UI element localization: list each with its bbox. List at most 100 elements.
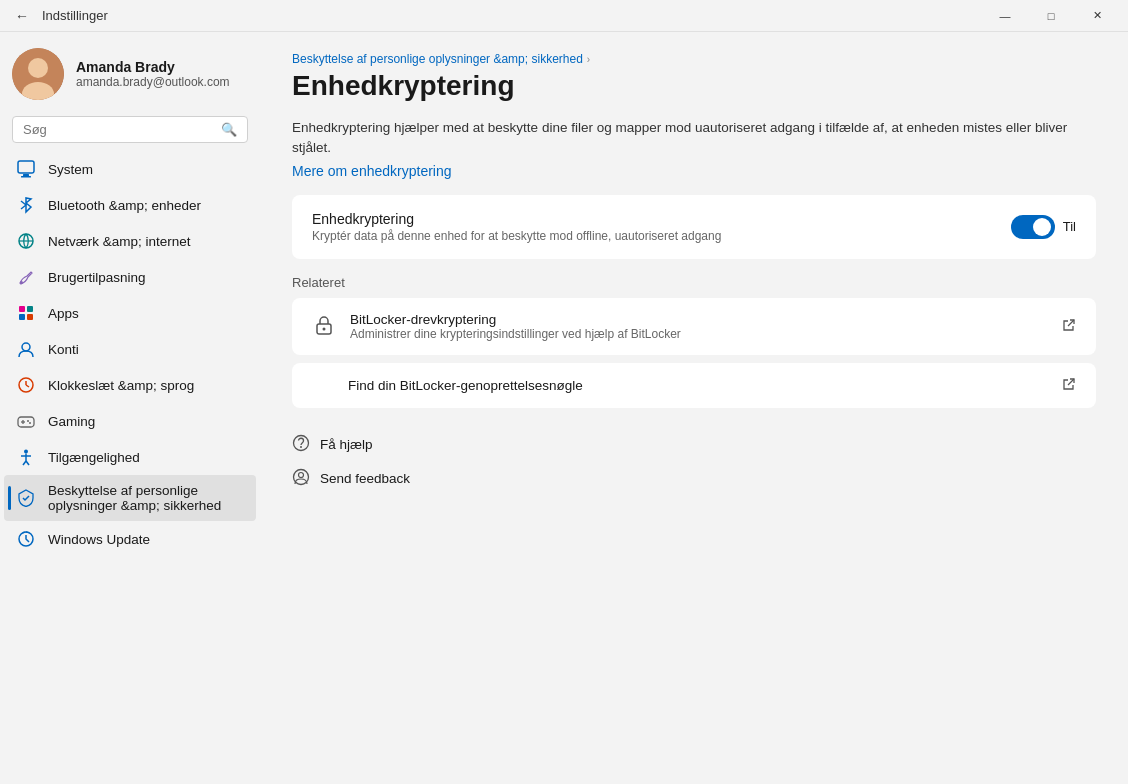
get-help-label: Få hjælp xyxy=(320,437,373,452)
svg-point-31 xyxy=(300,446,302,448)
sidebar-item-label-windows-update: Windows Update xyxy=(48,532,244,547)
breadcrumb-separator: › xyxy=(587,54,590,65)
bitlocker-title: BitLocker-drevkryptering xyxy=(350,312,1048,327)
help-section: Få hjælp Send feedback xyxy=(292,428,1096,496)
encryption-card: Enhedkryptering Kryptér data på denne en… xyxy=(292,195,1096,259)
related-section-title: Relateret xyxy=(292,275,1096,290)
external-link-icon xyxy=(1062,318,1076,335)
back-icon: ← xyxy=(15,8,29,24)
sidebar-item-label-bluetooth: Bluetooth &amp; enheder xyxy=(48,198,244,213)
main-layout: Amanda Brady amanda.brady@outlook.com 🔍 xyxy=(0,32,1128,784)
bitlocker-desc: Administrer dine krypteringsindstillinge… xyxy=(350,327,1048,341)
user-email: amanda.brady@outlook.com xyxy=(76,75,230,89)
accessibility-icon xyxy=(16,447,36,467)
close-button[interactable]: ✕ xyxy=(1074,0,1120,32)
avatar xyxy=(12,48,64,100)
user-name: Amanda Brady xyxy=(76,59,230,75)
svg-line-26 xyxy=(26,461,29,465)
nav-list: System Bluetooth &amp; enheder xyxy=(0,151,260,557)
sidebar-item-time[interactable]: Klokkeslæt &amp; sprog xyxy=(4,367,256,403)
svg-point-20 xyxy=(27,420,29,422)
page-title: Enhedkryptering xyxy=(292,70,1096,102)
sidebar-item-network[interactable]: Netværk &amp; internet xyxy=(4,223,256,259)
titlebar-title: Indstillinger xyxy=(42,8,982,23)
bitlocker-card[interactable]: BitLocker-drevkryptering Administrer din… xyxy=(292,298,1096,355)
encryption-card-desc: Kryptér data på denne enhed for at besky… xyxy=(312,229,1011,243)
search-box: 🔍 xyxy=(12,116,248,143)
feedback-icon xyxy=(292,468,310,490)
sidebar-item-windows-update[interactable]: Windows Update xyxy=(4,521,256,557)
bitlocker-icon xyxy=(312,314,336,338)
maximize-button[interactable]: □ xyxy=(1028,0,1074,32)
content-area: Beskyttelse af personlige oplysninger &a… xyxy=(260,32,1128,784)
sidebar-item-privacy[interactable]: Beskyttelse af personlige oplysninger &a… xyxy=(4,475,256,521)
recovery-key-card[interactable]: Find din BitLocker-genoprettelsesnøgle xyxy=(292,363,1096,408)
search-container: 🔍 xyxy=(0,112,260,151)
sidebar-item-label-accessibility: Tilgængelighed xyxy=(48,450,244,465)
svg-point-8 xyxy=(20,281,23,284)
update-icon xyxy=(16,529,36,549)
sidebar: Amanda Brady amanda.brady@outlook.com 🔍 xyxy=(0,32,260,784)
description-text: Enhedkryptering hjælper med at beskytte … xyxy=(292,118,1096,159)
sidebar-item-accounts[interactable]: Konti xyxy=(4,331,256,367)
svg-rect-5 xyxy=(21,176,31,178)
svg-rect-4 xyxy=(23,174,29,176)
sidebar-item-system[interactable]: System xyxy=(4,151,256,187)
encryption-toggle-row: Enhedkryptering Kryptér data på denne en… xyxy=(312,211,1076,243)
svg-rect-9 xyxy=(19,306,25,312)
svg-point-22 xyxy=(24,450,28,454)
external-link-icon-2 xyxy=(1062,377,1076,394)
sidebar-item-label-network: Netværk &amp; internet xyxy=(48,234,244,249)
recovery-key-title: Find din BitLocker-genoprettelsesnøgle xyxy=(348,378,1048,393)
svg-point-21 xyxy=(29,422,31,424)
search-icon: 🔍 xyxy=(221,122,237,137)
titlebar: ← Indstillinger — □ ✕ xyxy=(0,0,1128,32)
svg-rect-17 xyxy=(18,417,34,427)
get-help-item[interactable]: Få hjælp xyxy=(292,428,1096,462)
network-icon xyxy=(16,231,36,251)
send-feedback-item[interactable]: Send feedback xyxy=(292,462,1096,496)
encryption-card-title: Enhedkryptering xyxy=(312,211,1011,227)
window-controls: — □ ✕ xyxy=(982,0,1120,32)
privacy-icon xyxy=(16,488,36,508)
sidebar-item-bluetooth[interactable]: Bluetooth &amp; enheder xyxy=(4,187,256,223)
breadcrumb-parent-link[interactable]: Beskyttelse af personlige oplysninger &a… xyxy=(292,52,583,66)
sidebar-item-label-accounts: Konti xyxy=(48,342,244,357)
encryption-toggle[interactable] xyxy=(1011,215,1055,239)
sidebar-item-accessibility[interactable]: Tilgængelighed xyxy=(4,439,256,475)
sidebar-item-customization[interactable]: Brugertilpasning xyxy=(4,259,256,295)
help-icon xyxy=(292,434,310,456)
description-link[interactable]: Mere om enhedkryptering xyxy=(292,163,452,179)
toggle-knob xyxy=(1033,218,1051,236)
sidebar-item-label-system: System xyxy=(48,162,244,177)
accounts-icon xyxy=(16,339,36,359)
search-input[interactable] xyxy=(23,122,215,137)
svg-point-1 xyxy=(28,58,48,78)
svg-rect-3 xyxy=(18,161,34,173)
svg-rect-10 xyxy=(27,306,33,312)
sidebar-item-label-apps: Apps xyxy=(48,306,244,321)
user-info: Amanda Brady amanda.brady@outlook.com xyxy=(76,59,230,89)
brush-icon xyxy=(16,267,36,287)
breadcrumb: Beskyttelse af personlige oplysninger &a… xyxy=(292,52,1096,66)
toggle-label: Til xyxy=(1063,219,1076,234)
sidebar-item-apps[interactable]: Apps xyxy=(4,295,256,331)
svg-point-33 xyxy=(299,472,304,477)
sidebar-item-label-gaming: Gaming xyxy=(48,414,244,429)
time-icon xyxy=(16,375,36,395)
sidebar-item-label-time: Klokkeslæt &amp; sprog xyxy=(48,378,244,393)
toggle-container: Til xyxy=(1011,215,1076,239)
back-button[interactable]: ← xyxy=(8,2,36,30)
svg-rect-12 xyxy=(27,314,33,320)
svg-point-29 xyxy=(323,328,326,331)
sidebar-item-gaming[interactable]: Gaming xyxy=(4,403,256,439)
bluetooth-icon xyxy=(16,195,36,215)
apps-icon xyxy=(16,303,36,323)
user-profile[interactable]: Amanda Brady amanda.brady@outlook.com xyxy=(0,32,260,112)
svg-line-16 xyxy=(26,385,29,387)
send-feedback-label: Send feedback xyxy=(320,471,410,486)
minimize-button[interactable]: — xyxy=(982,0,1028,32)
svg-point-13 xyxy=(22,343,30,351)
gaming-icon xyxy=(16,411,36,431)
sidebar-item-label-privacy: Beskyttelse af personlige oplysninger &a… xyxy=(48,483,244,513)
